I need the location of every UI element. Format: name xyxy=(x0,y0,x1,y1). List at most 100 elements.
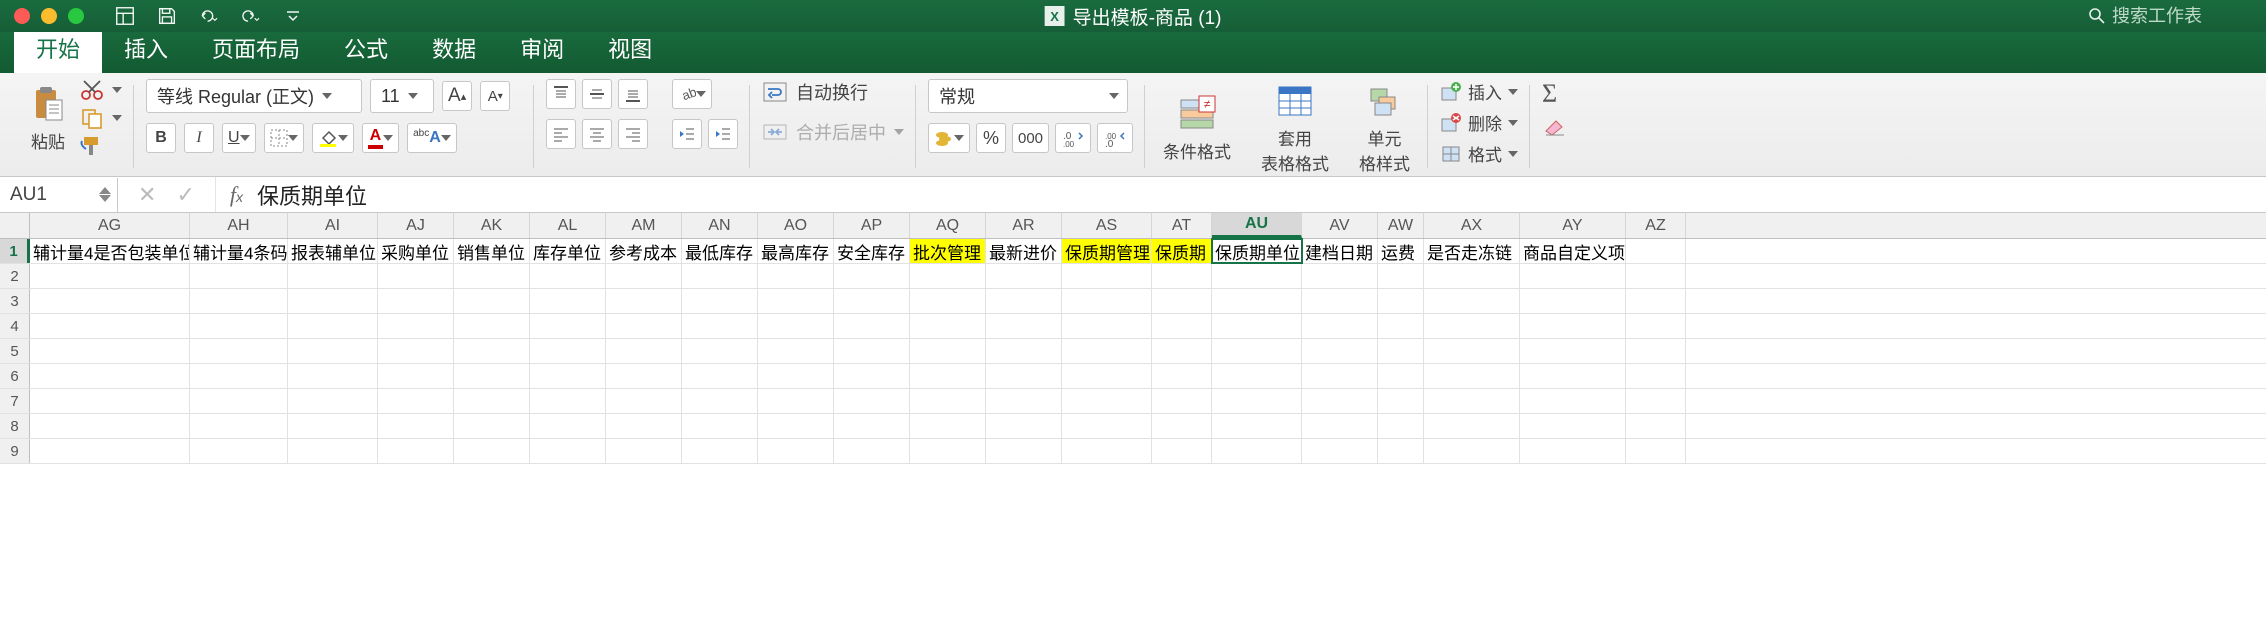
cell[interactable] xyxy=(758,339,834,363)
cell[interactable] xyxy=(1152,439,1212,463)
cell[interactable] xyxy=(1520,414,1626,438)
cancel-formula-button[interactable]: ✕ xyxy=(138,182,156,208)
cell[interactable]: 销售单位 xyxy=(454,239,530,263)
cell[interactable] xyxy=(758,439,834,463)
cell[interactable] xyxy=(190,364,288,388)
save-icon[interactable] xyxy=(156,5,178,27)
column-header-AG[interactable]: AG xyxy=(30,213,190,238)
cell[interactable] xyxy=(530,414,606,438)
cell[interactable] xyxy=(834,339,910,363)
column-header-AV[interactable]: AV xyxy=(1302,213,1378,238)
cell[interactable]: 保质期 xyxy=(1152,239,1212,263)
cell[interactable] xyxy=(986,339,1062,363)
minimize-window-button[interactable] xyxy=(41,8,57,24)
cell[interactable] xyxy=(1378,389,1424,413)
cell[interactable] xyxy=(190,389,288,413)
cell[interactable] xyxy=(378,339,454,363)
cell[interactable]: 辅计量4条码 xyxy=(190,239,288,263)
select-all-corner[interactable] xyxy=(0,213,30,238)
cell[interactable] xyxy=(30,364,190,388)
cell[interactable] xyxy=(530,389,606,413)
cell[interactable] xyxy=(1626,339,1686,363)
close-window-button[interactable] xyxy=(14,8,30,24)
currency-button[interactable] xyxy=(928,123,970,153)
cell[interactable] xyxy=(910,289,986,313)
formula-input[interactable]: 保质期单位 xyxy=(257,179,2266,211)
column-header-AN[interactable]: AN xyxy=(682,213,758,238)
cell[interactable] xyxy=(1378,314,1424,338)
cell[interactable]: 参考成本 xyxy=(606,239,682,263)
cell[interactable] xyxy=(606,264,682,288)
fx-label[interactable]: fx xyxy=(216,182,257,208)
cell[interactable] xyxy=(986,264,1062,288)
format-as-table-button[interactable]: 套用 表格格式 xyxy=(1255,79,1335,177)
row-header-2[interactable]: 2 xyxy=(0,264,30,288)
row-header-3[interactable]: 3 xyxy=(0,289,30,313)
clear-button[interactable] xyxy=(1542,117,1568,137)
cell[interactable] xyxy=(1626,289,1686,313)
cell[interactable] xyxy=(1152,314,1212,338)
align-center-button[interactable] xyxy=(582,119,612,149)
decrease-decimal-button[interactable]: .00.0 xyxy=(1097,123,1133,153)
cell[interactable] xyxy=(910,314,986,338)
cell[interactable] xyxy=(1626,364,1686,388)
row-header-8[interactable]: 8 xyxy=(0,414,30,438)
name-box[interactable]: AU1 xyxy=(0,178,118,212)
cell[interactable] xyxy=(288,314,378,338)
cell[interactable] xyxy=(682,314,758,338)
cell[interactable]: 最高库存 xyxy=(758,239,834,263)
cell[interactable] xyxy=(378,314,454,338)
cell[interactable] xyxy=(1152,264,1212,288)
cell[interactable] xyxy=(1520,339,1626,363)
cell[interactable] xyxy=(288,439,378,463)
cell[interactable] xyxy=(1302,314,1378,338)
layout-icon[interactable] xyxy=(114,5,136,27)
column-header-AI[interactable]: AI xyxy=(288,213,378,238)
align-right-button[interactable] xyxy=(618,119,648,149)
cell[interactable] xyxy=(1302,364,1378,388)
font-name-combo[interactable]: 等线 Regular (正文) xyxy=(146,79,362,113)
align-left-button[interactable] xyxy=(546,119,576,149)
redo-icon[interactable] xyxy=(240,5,262,27)
cell[interactable] xyxy=(1424,289,1520,313)
cell[interactable] xyxy=(1378,364,1424,388)
conditional-format-button[interactable]: ≠ 条件格式 xyxy=(1157,92,1237,165)
cell[interactable] xyxy=(30,414,190,438)
row-header-4[interactable]: 4 xyxy=(0,314,30,338)
cell[interactable] xyxy=(1378,289,1424,313)
column-header-AY[interactable]: AY xyxy=(1520,213,1626,238)
insert-cells-button[interactable]: 插入 xyxy=(1440,79,1518,104)
align-top-button[interactable] xyxy=(546,79,576,109)
cell[interactable] xyxy=(190,439,288,463)
format-cells-button[interactable]: 格式 xyxy=(1440,141,1518,166)
cell[interactable] xyxy=(1152,289,1212,313)
cell[interactable] xyxy=(1424,314,1520,338)
cell[interactable] xyxy=(1626,314,1686,338)
cell[interactable] xyxy=(834,439,910,463)
orientation-button[interactable]: ab xyxy=(672,79,712,109)
cell[interactable] xyxy=(834,264,910,288)
cell[interactable] xyxy=(1062,389,1152,413)
cell[interactable] xyxy=(30,439,190,463)
cell[interactable] xyxy=(454,264,530,288)
cell[interactable] xyxy=(454,364,530,388)
cell[interactable] xyxy=(1062,439,1152,463)
cell-styles-button[interactable]: 单元 格样式 xyxy=(1353,79,1416,177)
cell[interactable] xyxy=(1152,389,1212,413)
cell[interactable]: 最低库存 xyxy=(682,239,758,263)
column-header-AU[interactable]: AU xyxy=(1212,213,1302,238)
cell[interactable] xyxy=(986,314,1062,338)
cell[interactable] xyxy=(1062,289,1152,313)
cell[interactable] xyxy=(1378,264,1424,288)
cell[interactable] xyxy=(378,289,454,313)
increase-decimal-button[interactable]: .0.00 xyxy=(1055,123,1091,153)
bold-button[interactable]: B xyxy=(146,123,176,153)
cell[interactable] xyxy=(454,389,530,413)
cell[interactable] xyxy=(1424,364,1520,388)
column-header-AW[interactable]: AW xyxy=(1378,213,1424,238)
cell[interactable]: 保质期单位 xyxy=(1212,239,1302,263)
percent-button[interactable]: % xyxy=(976,123,1006,153)
cell[interactable] xyxy=(758,414,834,438)
cell[interactable] xyxy=(1424,439,1520,463)
cell[interactable]: 库存单位 xyxy=(530,239,606,263)
